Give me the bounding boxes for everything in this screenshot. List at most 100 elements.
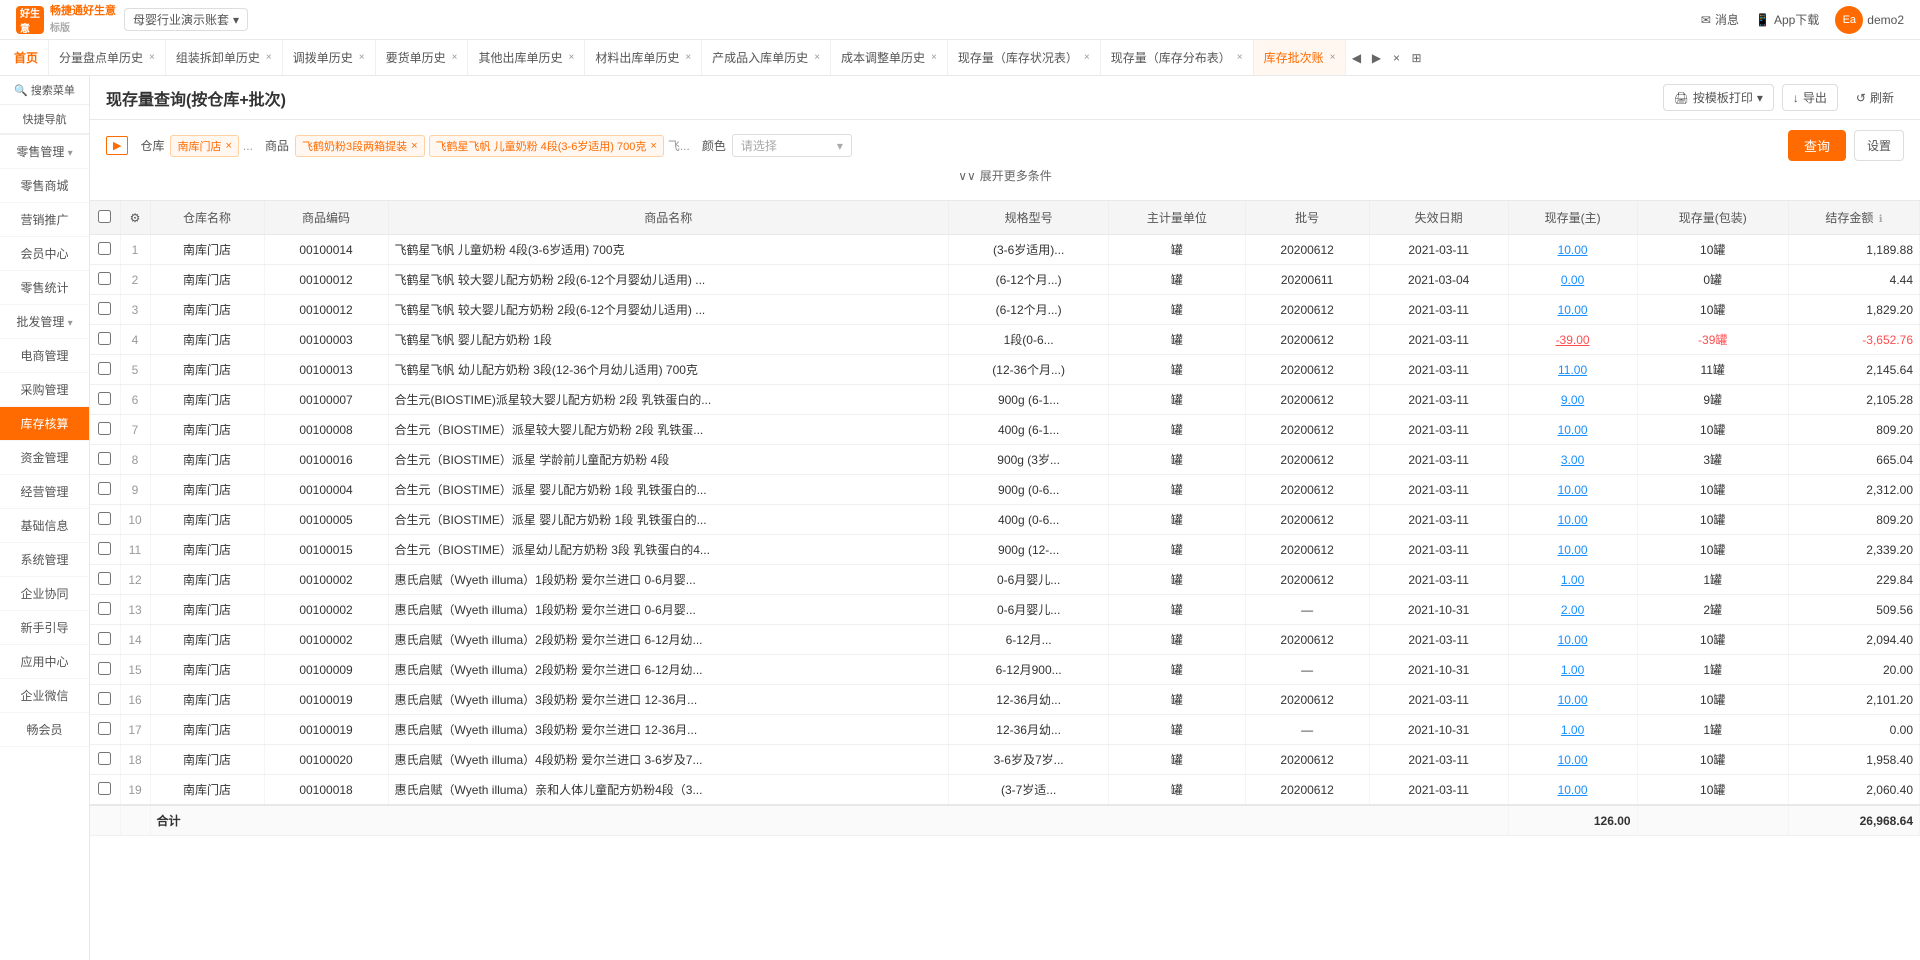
cell-stock-main[interactable]: 1.00 bbox=[1508, 565, 1637, 595]
sidebar-item-采购管理[interactable]: 采购管理 bbox=[0, 373, 89, 407]
product-tag-2[interactable]: 飞鹤星飞帆 儿童奶粉 4段(3-6岁适用) 700克 × bbox=[429, 135, 664, 157]
tab-close[interactable]: × bbox=[452, 52, 458, 63]
cell-stock-main[interactable]: 10.00 bbox=[1508, 775, 1637, 806]
cell-stock-main[interactable]: 1.00 bbox=[1508, 655, 1637, 685]
tab-close[interactable]: × bbox=[1084, 52, 1090, 63]
product-more[interactable]: 飞... bbox=[668, 137, 690, 154]
row-checkbox[interactable] bbox=[98, 692, 111, 705]
filter-expand-toggle[interactable]: ▶ bbox=[106, 136, 128, 155]
expand-more-btn[interactable]: ∨∨ 展开更多条件 bbox=[112, 167, 1898, 184]
cell-stock-main[interactable]: 10.00 bbox=[1508, 415, 1637, 445]
sidebar-item-库存核算[interactable]: 库存核算 bbox=[0, 407, 89, 441]
row-checkbox[interactable] bbox=[98, 302, 111, 315]
sidebar-item-零售管理[interactable]: 零售管理 ▾ bbox=[0, 135, 89, 169]
sidebar-item-应用中心[interactable]: 应用中心 bbox=[0, 645, 89, 679]
tab-zuzhuang[interactable]: 组装拆卸单历史 × bbox=[166, 40, 283, 76]
tab-kucun-status[interactable]: 现存量（库存状况表） × bbox=[948, 40, 1101, 76]
tab-home[interactable]: 首页 bbox=[4, 40, 49, 76]
tab-close[interactable]: × bbox=[568, 52, 574, 63]
cell-stock-main[interactable]: 1.00 bbox=[1508, 715, 1637, 745]
tab-close[interactable]: × bbox=[149, 52, 155, 63]
sidebar-item-企业微信[interactable]: 企业微信 bbox=[0, 679, 89, 713]
sidebar-item-资金管理[interactable]: 资金管理 bbox=[0, 441, 89, 475]
sidebar-item-企业协同[interactable]: 企业协同 bbox=[0, 577, 89, 611]
cell-stock-main[interactable]: 10.00 bbox=[1508, 535, 1637, 565]
tab-menu[interactable]: ⊞ bbox=[1406, 40, 1426, 76]
sidebar-search[interactable]: 🔍 搜索菜单 bbox=[0, 76, 89, 105]
row-checkbox[interactable] bbox=[98, 512, 111, 525]
sidebar-item-营销推广[interactable]: 营销推广 bbox=[0, 203, 89, 237]
cell-stock-main[interactable]: 3.00 bbox=[1508, 445, 1637, 475]
message-btn[interactable]: ✉ 消息 bbox=[1701, 11, 1739, 28]
tab-nav-prev[interactable]: ◀ bbox=[1346, 40, 1366, 76]
tab-close-all[interactable]: × bbox=[1386, 40, 1406, 76]
warehouse-tag-1[interactable]: 南库门店 × bbox=[170, 135, 238, 157]
tab-yaohuo[interactable]: 要货单历史 × bbox=[376, 40, 469, 76]
tab-close[interactable]: × bbox=[931, 52, 937, 63]
warehouse-more[interactable]: ... bbox=[243, 139, 253, 153]
product-tag-1[interactable]: 飞鹤奶粉3段两箱提装 × bbox=[295, 135, 425, 157]
tab-chanpin[interactable]: 产成品入库单历史 × bbox=[702, 40, 831, 76]
row-checkbox[interactable] bbox=[98, 632, 111, 645]
cell-stock-main[interactable]: 11.00 bbox=[1508, 355, 1637, 385]
tab-close[interactable]: × bbox=[1330, 52, 1336, 63]
cell-stock-main[interactable]: 10.00 bbox=[1508, 685, 1637, 715]
tab-qitachuku[interactable]: 其他出库单历史 × bbox=[468, 40, 585, 76]
product-tag-1-remove[interactable]: × bbox=[411, 140, 417, 152]
sidebar-item-基础信息[interactable]: 基础信息 bbox=[0, 509, 89, 543]
row-checkbox[interactable] bbox=[98, 602, 111, 615]
sidebar-item-批发管理[interactable]: 批发管理 ▾ bbox=[0, 305, 89, 339]
sidebar-item-系统管理[interactable]: 系统管理 bbox=[0, 543, 89, 577]
sidebar-item-会员中心[interactable]: 会员中心 bbox=[0, 237, 89, 271]
row-checkbox[interactable] bbox=[98, 272, 111, 285]
cell-stock-main[interactable]: 10.00 bbox=[1508, 745, 1637, 775]
cell-stock-main[interactable]: -39.00 bbox=[1508, 325, 1637, 355]
cell-stock-main[interactable]: 10.00 bbox=[1508, 625, 1637, 655]
row-checkbox[interactable] bbox=[98, 332, 111, 345]
tab-close[interactable]: × bbox=[266, 52, 272, 63]
tab-chengben[interactable]: 成本调整单历史 × bbox=[831, 40, 948, 76]
sidebar-item-电商管理[interactable]: 电商管理 bbox=[0, 339, 89, 373]
tab-kucun-pici[interactable]: 库存批次账 × bbox=[1254, 40, 1347, 76]
row-checkbox[interactable] bbox=[98, 452, 111, 465]
row-checkbox[interactable] bbox=[98, 542, 111, 555]
tab-nav-next[interactable]: ▶ bbox=[1366, 40, 1386, 76]
row-checkbox[interactable] bbox=[98, 482, 111, 495]
export-button[interactable]: ↓ 导出 bbox=[1782, 84, 1838, 111]
warehouse-tag-remove[interactable]: × bbox=[225, 140, 231, 152]
tab-close[interactable]: × bbox=[359, 52, 365, 63]
tab-kucun-dist[interactable]: 现存量（库存分布表） × bbox=[1101, 40, 1254, 76]
cell-stock-main[interactable]: 9.00 bbox=[1508, 385, 1637, 415]
cell-stock-main[interactable]: 10.00 bbox=[1508, 475, 1637, 505]
row-checkbox[interactable] bbox=[98, 422, 111, 435]
product-tag-2-remove[interactable]: × bbox=[650, 140, 656, 152]
row-checkbox[interactable] bbox=[98, 572, 111, 585]
cell-stock-main[interactable]: 10.00 bbox=[1508, 505, 1637, 535]
tab-diaopo[interactable]: 调拨单历史 × bbox=[283, 40, 376, 76]
user-area[interactable]: Ea demo2 bbox=[1835, 6, 1904, 34]
gear-icon[interactable]: ⚙ bbox=[130, 211, 141, 225]
settings-button[interactable]: 设置 bbox=[1854, 130, 1904, 161]
tab-cailiao[interactable]: 材料出库单历史 × bbox=[585, 40, 702, 76]
color-select[interactable]: 请选择 ▾ bbox=[732, 134, 852, 157]
cell-stock-main[interactable]: 0.00 bbox=[1508, 265, 1637, 295]
sidebar-item-经营管理[interactable]: 经营管理 bbox=[0, 475, 89, 509]
row-checkbox[interactable] bbox=[98, 242, 111, 255]
company-select[interactable]: 母婴行业演示账套 ▾ bbox=[124, 8, 248, 31]
row-checkbox[interactable] bbox=[98, 752, 111, 765]
row-checkbox[interactable] bbox=[98, 662, 111, 675]
cell-stock-main[interactable]: 2.00 bbox=[1508, 595, 1637, 625]
select-all-checkbox[interactable] bbox=[98, 210, 111, 223]
balance-info-icon[interactable]: ℹ bbox=[1879, 214, 1883, 225]
tab-close[interactable]: × bbox=[1237, 52, 1243, 63]
print-button[interactable]: 🖨 按模板打印 ▾ bbox=[1663, 84, 1774, 111]
sidebar-quick-nav[interactable]: 快捷导航 bbox=[0, 105, 89, 135]
app-download-btn[interactable]: 📱 App下载 bbox=[1755, 11, 1819, 28]
tab-close[interactable]: × bbox=[685, 52, 691, 63]
tab-close[interactable]: × bbox=[814, 52, 820, 63]
row-checkbox[interactable] bbox=[98, 362, 111, 375]
refresh-button[interactable]: ↺ 刷新 bbox=[1846, 85, 1904, 110]
sidebar-item-零售商城[interactable]: 零售商城 bbox=[0, 169, 89, 203]
sidebar-item-畅会员[interactable]: 畅会员 bbox=[0, 713, 89, 747]
sidebar-item-新手引导[interactable]: 新手引导 bbox=[0, 611, 89, 645]
